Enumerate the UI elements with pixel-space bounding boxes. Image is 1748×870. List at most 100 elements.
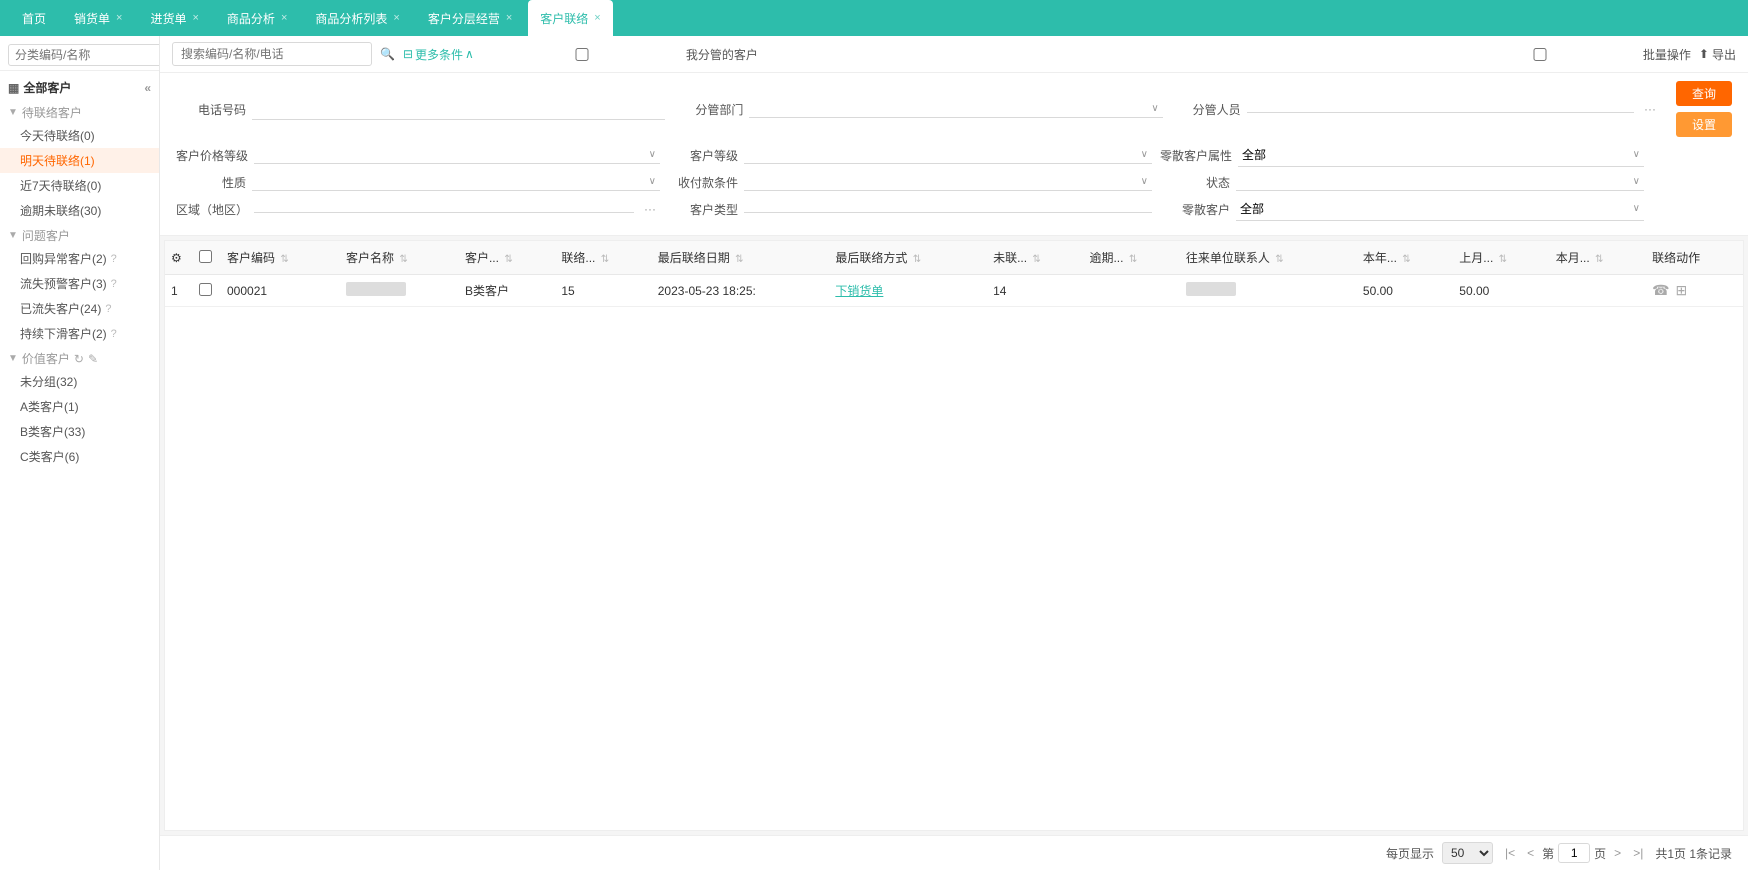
filter-cell-price-level: 客户价格等级 ∨ — [176, 146, 660, 164]
row-contacts: 15 — [555, 275, 651, 307]
question-icon-4: ? — [111, 328, 117, 340]
sidebar-item-churned[interactable]: 已流失客户(24) ? — [0, 296, 159, 321]
dept-select[interactable]: ∨ — [749, 100, 1162, 118]
row-customer-type: B类客户 — [459, 275, 555, 307]
close-product-list-tab[interactable]: × — [393, 12, 399, 24]
batch-button[interactable]: 批量操作 — [1440, 46, 1691, 63]
table-area: ⚙ 客户编码 ⇅ 客户名称 ⇅ 客户... — [164, 240, 1744, 831]
col-last-date: 最后联络日期 ⇅ — [652, 241, 830, 275]
sidebar-item-declining[interactable]: 持续下滑客户(2) ? — [0, 321, 159, 346]
region-dots-icon[interactable]: ··· — [640, 202, 660, 216]
filter-action-btns: 查询 设置 — [1668, 81, 1732, 137]
person-dots-icon[interactable]: ··· — [1640, 102, 1660, 116]
sidebar-item-c-class[interactable]: C类客户(6) — [0, 444, 159, 469]
row-last-method[interactable]: 下销货单 — [829, 275, 987, 307]
close-sales-tab[interactable]: × — [116, 12, 122, 24]
page-number-input[interactable] — [1558, 843, 1590, 863]
action-icons: ☎ ⊞ — [1652, 282, 1737, 299]
retail-customer-select[interactable]: 全部 ∨ — [1236, 197, 1644, 221]
page-size-select[interactable]: 50 100 200 — [1442, 842, 1493, 864]
settings-button[interactable]: 设置 — [1676, 112, 1732, 137]
filter-cell-customer-type: 客户类型 — [668, 201, 1152, 218]
nav-product-analysis-list[interactable]: 商品分析列表 × — [303, 0, 411, 36]
sidebar-item-b-class[interactable]: B类客户(33) — [0, 419, 159, 444]
filter-row-4: 区域（地区） ··· 客户类型 零散客户 全部 ∨ — [176, 197, 1732, 221]
sidebar-item-today[interactable]: 今天待联络(0) — [0, 123, 159, 148]
customer-level-select[interactable]: ∨ — [744, 146, 1152, 164]
col-this-year: 本年... ⇅ — [1357, 241, 1453, 275]
sidebar-item-repurchase-abnormal[interactable]: 回购异常客户(2) ? — [0, 246, 159, 271]
sidebar-item-tomorrow[interactable]: 明天待联络(1) — [0, 148, 159, 173]
edit-icon[interactable]: ✎ — [88, 352, 98, 366]
col-this-month: 本月... ⇅ — [1550, 241, 1646, 275]
last-page-button[interactable]: >| — [1629, 844, 1647, 862]
sort-icon-type: ⇅ — [504, 254, 512, 265]
close-customer-layer-tab[interactable]: × — [506, 12, 512, 24]
search-input[interactable] — [172, 42, 372, 66]
sidebar: 🔍 ▦ 全部客户 « ▼ 待联络客户 今天待联络(0) 明天待联络(1) 近7天… — [0, 36, 160, 870]
select-all-checkbox[interactable] — [199, 250, 212, 263]
customer-type-select[interactable] — [744, 206, 1152, 213]
status-select[interactable]: ∨ — [1236, 173, 1644, 191]
close-customer-contact-tab[interactable]: × — [594, 12, 600, 24]
query-button[interactable]: 查询 — [1676, 81, 1732, 106]
export-button[interactable]: ⬆ 导出 — [1699, 46, 1736, 63]
prev-page-button[interactable]: < — [1523, 844, 1538, 862]
my-customer-checkbox[interactable]: 我分管的客户 — [482, 46, 758, 63]
advanced-filter-panel: 电话号码 分管部门 ∨ 分管人员 ··· — [160, 73, 1748, 236]
first-page-button[interactable]: |< — [1501, 844, 1519, 862]
nav-sales[interactable]: 销货单 × — [62, 0, 134, 36]
qr-action-icon[interactable]: ⊞ — [1676, 282, 1688, 299]
more-filter-button[interactable]: ⊟ 更多条件 ∧ — [403, 46, 474, 63]
row-name — [340, 275, 459, 307]
last-method-link[interactable]: 下销货单 — [835, 284, 883, 298]
retail-attr-select[interactable]: 全部 ∨ — [1238, 143, 1644, 167]
my-customer-check[interactable] — [482, 48, 682, 61]
sort-icon-contacts-person: ⇅ — [1275, 254, 1283, 265]
phone-action-icon[interactable]: ☎ — [1652, 282, 1669, 299]
sidebar-item-a-class[interactable]: A类客户(1) — [0, 394, 159, 419]
triangle-icon-2: ▼ — [8, 230, 18, 241]
person-select[interactable] — [1247, 106, 1634, 113]
nav-customer-contact[interactable]: 客户联络 × — [528, 0, 612, 36]
sidebar-item-week[interactable]: 近7天待联络(0) — [0, 173, 159, 198]
nature-select[interactable]: ∨ — [252, 173, 660, 191]
nav-purchase[interactable]: 进货单 × — [138, 0, 210, 36]
sidebar-item-ungrouped[interactable]: 未分组(32) — [0, 369, 159, 394]
page-nav: |< < 第 页 > >| — [1501, 843, 1647, 863]
phone-input[interactable] — [252, 99, 665, 120]
batch-checkbox[interactable] — [1440, 48, 1640, 61]
triangle-icon: ▼ — [8, 107, 18, 118]
next-page-button[interactable]: > — [1610, 844, 1625, 862]
col-gear[interactable]: ⚙ — [165, 241, 193, 275]
status-chevron-down-icon: ∨ — [1633, 176, 1640, 187]
table-header-row: ⚙ 客户编码 ⇅ 客户名称 ⇅ 客户... — [165, 241, 1743, 275]
sidebar-search-input[interactable] — [8, 44, 160, 66]
sidebar-item-overdue[interactable]: 逾期未联络(30) — [0, 198, 159, 223]
refresh-icon[interactable]: ↻ — [74, 352, 84, 366]
sort-icon-code: ⇅ — [280, 254, 288, 265]
total-info: 共1页 1条记录 — [1655, 845, 1732, 862]
search-icon[interactable]: 🔍 — [380, 47, 395, 61]
region-select[interactable] — [254, 206, 634, 213]
sidebar-item-churn-warning[interactable]: 流失预警客户(3) ? — [0, 271, 159, 296]
filter-cell-retail-attr: 零散客户属性 全部 ∨ — [1160, 143, 1644, 167]
col-name: 客户名称 ⇅ — [340, 241, 459, 275]
nav-home[interactable]: 首页 — [10, 0, 58, 36]
nav-product-analysis[interactable]: 商品分析 × — [215, 0, 299, 36]
row-checkbox[interactable] — [199, 283, 212, 296]
row-this-year: 50.00 — [1357, 275, 1453, 307]
filter-cell-phone: 电话号码 — [176, 99, 665, 120]
filter-row-2: 客户价格等级 ∨ 客户等级 ∨ 零散客户属性 全部 — [176, 143, 1732, 167]
triangle-icon-3: ▼ — [8, 353, 18, 364]
filter-bar: 🔍 ⊟ 更多条件 ∧ 我分管的客户 批量操作 ⬆ 导出 — [160, 36, 1748, 73]
filter-cell-nature: 性质 ∨ — [176, 173, 660, 191]
sidebar-all-customers[interactable]: ▦ 全部客户 « — [0, 71, 159, 100]
price-level-select[interactable]: ∨ — [254, 146, 660, 164]
nav-customer-layer[interactable]: 客户分层经营 × — [416, 0, 524, 36]
close-product-analysis-tab[interactable]: × — [281, 12, 287, 24]
sort-icon-this-month: ⇅ — [1595, 254, 1603, 265]
payment-select[interactable]: ∨ — [744, 173, 1152, 191]
row-code: 000021 — [221, 275, 340, 307]
close-purchase-tab[interactable]: × — [192, 12, 198, 24]
